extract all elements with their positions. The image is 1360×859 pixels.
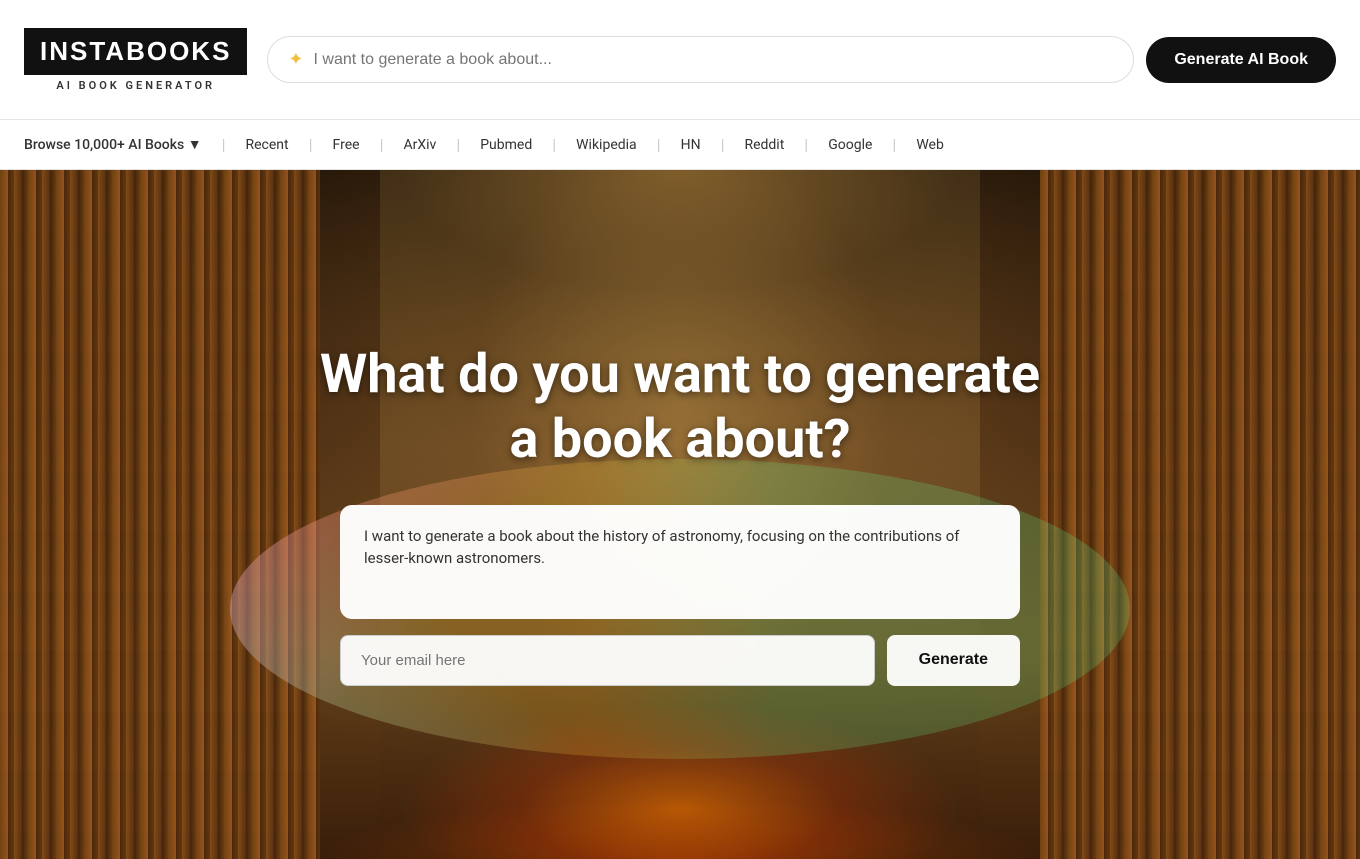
logo-text: INSTABOOKS	[24, 28, 247, 75]
hero-bottom-row: Generate	[340, 635, 1020, 686]
nav-item-arxiv[interactable]: ArXiv	[387, 137, 452, 153]
hero-generate-button[interactable]: Generate	[887, 635, 1020, 686]
nav-item-reddit[interactable]: Reddit	[728, 137, 800, 153]
header: INSTABOOKS AI BOOK GENERATOR ✦ Generate …	[0, 0, 1360, 120]
nav-item-web[interactable]: Web	[900, 137, 960, 153]
search-input[interactable]	[314, 51, 1114, 69]
nav-sep-8: |	[800, 135, 812, 154]
nav-sep-1: |	[218, 135, 230, 154]
nav-item-pubmed[interactable]: Pubmed	[464, 137, 548, 153]
nav-item-recent[interactable]: Recent	[230, 137, 305, 153]
nav-item-hn[interactable]: HN	[665, 137, 717, 153]
nav-sep-7: |	[717, 135, 729, 154]
nav-item-google[interactable]: Google	[812, 137, 888, 153]
hero-title: What do you want to generate a book abou…	[320, 343, 1040, 473]
search-bar-container: ✦ Generate AI Book	[267, 36, 1336, 83]
nav-sep-2: |	[305, 135, 317, 154]
navigation: Browse 10,000+ AI Books ▼ | Recent | Fre…	[0, 120, 1360, 170]
nav-sep-6: |	[653, 135, 665, 154]
sparkle-icon: ✦	[288, 49, 303, 70]
book-idea-wrapper	[340, 505, 1020, 619]
header-generate-button[interactable]: Generate AI Book	[1146, 37, 1336, 83]
logo: INSTABOOKS AI BOOK GENERATOR	[24, 28, 247, 92]
nav-sep-5: |	[548, 135, 560, 154]
nav-item-wikipedia[interactable]: Wikipedia	[560, 137, 653, 153]
nav-item-free[interactable]: Free	[317, 137, 376, 153]
ceiling	[330, 170, 1030, 370]
nav-sep-9: |	[888, 135, 900, 154]
book-idea-textarea[interactable]	[364, 525, 996, 595]
nav-item-browse[interactable]: Browse 10,000+ AI Books ▼	[24, 136, 218, 153]
search-wrapper: ✦	[267, 36, 1134, 83]
logo-subtitle: AI BOOK GENERATOR	[56, 79, 215, 92]
hero-section: What do you want to generate a book abou…	[0, 170, 1360, 859]
nav-sep-4: |	[452, 135, 464, 154]
email-input[interactable]	[340, 635, 875, 686]
hero-content: What do you want to generate a book abou…	[0, 343, 1360, 686]
nav-sep-3: |	[376, 135, 388, 154]
